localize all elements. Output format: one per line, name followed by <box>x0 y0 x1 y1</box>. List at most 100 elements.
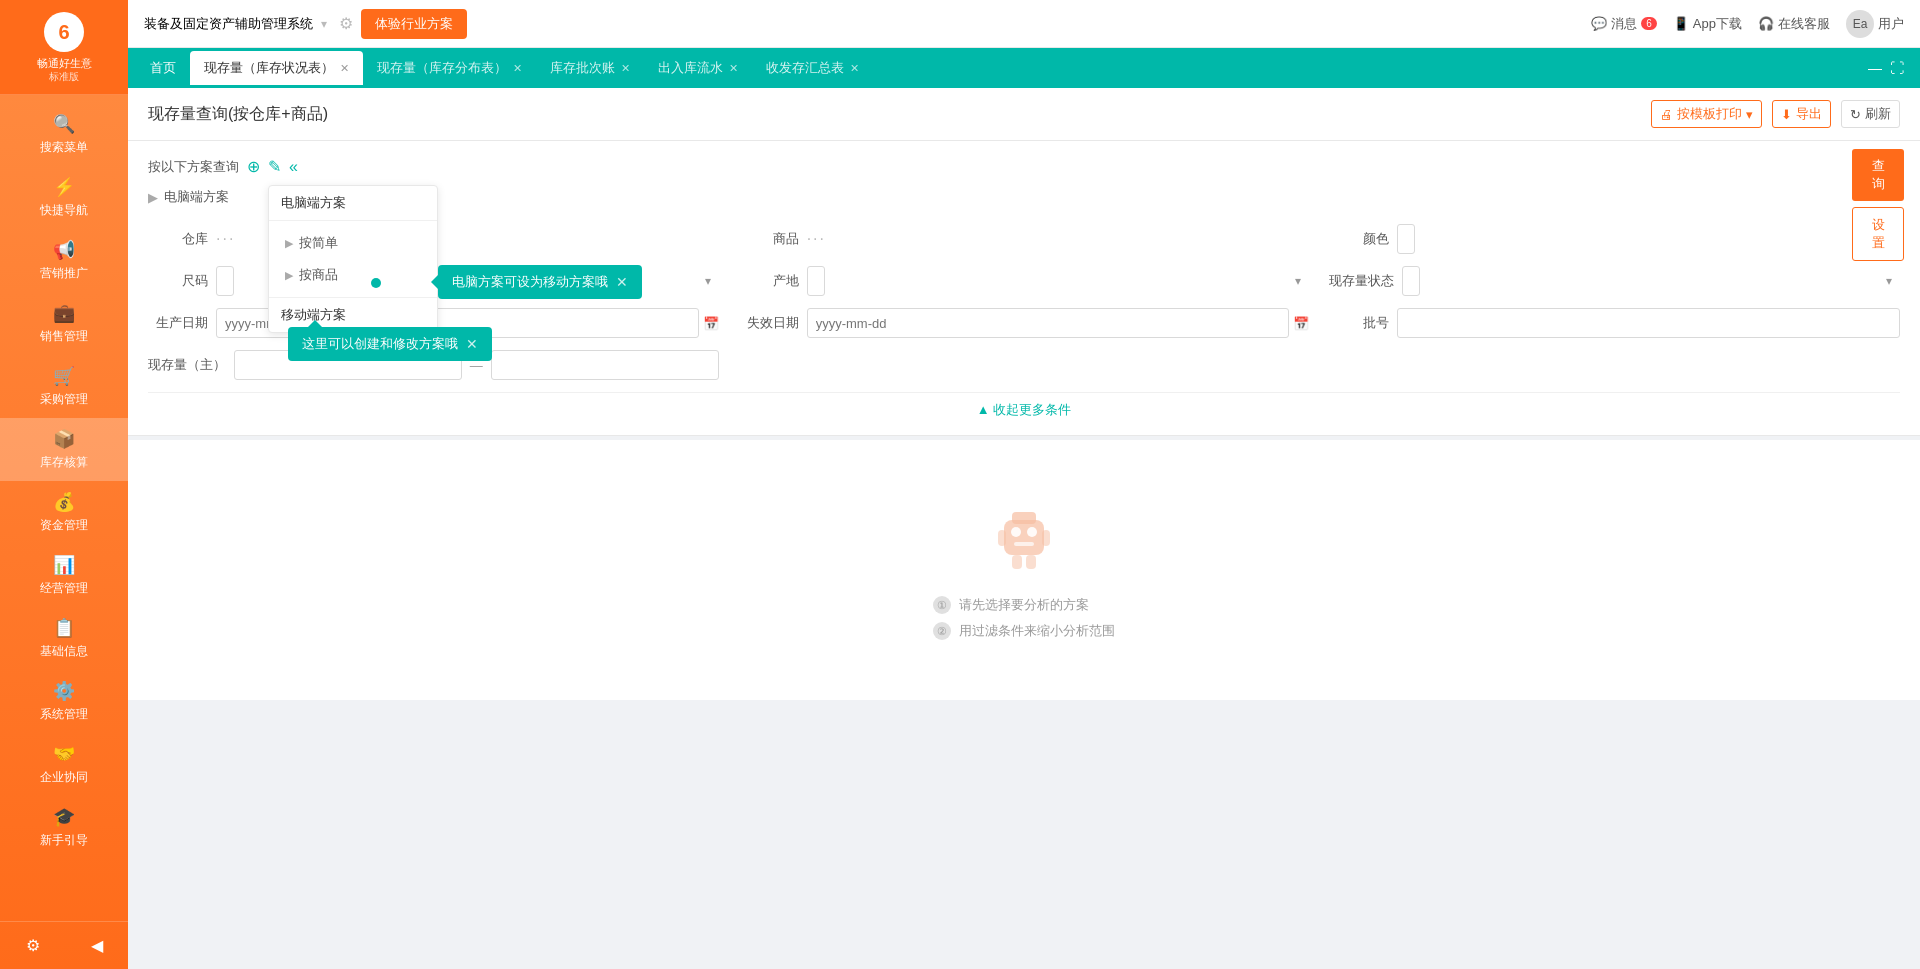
print-icon: 🖨 <box>1660 107 1673 122</box>
scheme-item-simple[interactable]: ▶ 按简单 <box>269 227 437 259</box>
sidebar-item-label: 快捷导航 <box>40 202 88 219</box>
scheme-pc-items: ▶ 按简单 ▶ 按商品 <box>269 221 437 297</box>
scheme-item-arrow: ▶ <box>285 237 293 250</box>
produce-date-label: 生产日期 <box>148 314 208 332</box>
app-download-btn[interactable]: 📱 App下载 <box>1673 15 1742 33</box>
tab-batch-account-label: 库存批次账 <box>550 59 615 77</box>
sidebar-item-enterprise[interactable]: 🤝 企业协同 <box>0 733 128 796</box>
sidebar-item-finance[interactable]: 💰 资金管理 <box>0 481 128 544</box>
sidebar-item-quick-nav[interactable]: ⚡ 快捷导航 <box>0 166 128 229</box>
sidebar-item-label: 资金管理 <box>40 517 88 534</box>
stock-status-select[interactable] <box>1402 266 1420 296</box>
tab-collect-report-close[interactable]: ✕ <box>850 62 859 75</box>
query-button[interactable]: 查询 <box>1852 149 1904 201</box>
stock-qty-max-input[interactable] <box>491 350 719 380</box>
setup-button[interactable]: 设置 <box>1852 207 1904 261</box>
sidebar-item-purchase[interactable]: 🛒 采购管理 <box>0 355 128 418</box>
size-select[interactable] <box>216 266 234 296</box>
collapse-more-btn[interactable]: ▲ 收起更多条件 <box>977 402 1072 417</box>
hint1-text: 请先选择要分析的方案 <box>959 596 1089 614</box>
sidebar-item-search-menu[interactable]: 🔍 搜索菜单 <box>0 103 128 166</box>
sidebar-item-system[interactable]: ⚙️ 系统管理 <box>0 670 128 733</box>
sidebar-item-label: 搜索菜单 <box>40 139 88 156</box>
tab-collect-report[interactable]: 收发存汇总表 ✕ <box>752 51 873 85</box>
user-btn[interactable]: Ea 用户 <box>1846 10 1904 38</box>
enterprise-icon: 🤝 <box>53 743 75 765</box>
tab-inventory-status[interactable]: 现存量（库存状况表） ✕ <box>190 51 363 85</box>
svg-rect-6 <box>1042 530 1050 546</box>
tooltip2-close-icon[interactable]: ✕ <box>466 336 478 352</box>
message-icon: 💬 <box>1591 16 1607 31</box>
produce-date-calendar-icon[interactable]: 📅 <box>703 316 719 331</box>
settings-icon[interactable]: ⚙ <box>22 932 44 959</box>
tab-inventory-status-close[interactable]: ✕ <box>340 62 349 75</box>
operations-icon: 📊 <box>53 554 75 576</box>
tab-batch-account-close[interactable]: ✕ <box>621 62 630 75</box>
batch-input[interactable] <box>1397 308 1900 338</box>
goods-dots[interactable]: ··· <box>807 230 826 248</box>
origin-select[interactable] <box>807 266 825 296</box>
sidebar-item-guide[interactable]: 🎓 新手引导 <box>0 796 128 859</box>
scheme-item-goods[interactable]: ▶ 按商品 <box>269 259 437 291</box>
back-scheme-icon[interactable]: « <box>289 158 298 176</box>
tab-inventory-dist-close[interactable]: ✕ <box>513 62 522 75</box>
print-dropdown-icon: ▾ <box>1746 107 1753 122</box>
expire-date-input[interactable] <box>807 308 1290 338</box>
sidebar-item-label: 系统管理 <box>40 706 88 723</box>
collapse-icon[interactable]: ◀ <box>87 932 107 959</box>
industry-plan-button[interactable]: 体验行业方案 <box>361 9 467 39</box>
print-button[interactable]: 🖨 按模板打印 ▾ <box>1651 100 1762 128</box>
sidebar-item-inventory[interactable]: 📦 库存核算 <box>0 418 128 481</box>
topbar: 装备及固定资产辅助管理系统 ▾ ⚙ 体验行业方案 💬 消息 6 📱 App下载 … <box>128 0 1920 48</box>
headset-icon: 🎧 <box>1758 16 1774 31</box>
topbar-left: 装备及固定资产辅助管理系统 ▾ ⚙ 体验行业方案 <box>144 9 467 39</box>
refresh-button[interactable]: ↻ 刷新 <box>1841 100 1900 128</box>
topbar-settings-icon[interactable]: ⚙ <box>339 14 353 33</box>
support-btn[interactable]: 🎧 在线客服 <box>1758 15 1830 33</box>
tab-batch-account[interactable]: 库存批次账 ✕ <box>536 51 644 85</box>
color-select[interactable] <box>1397 224 1415 254</box>
add-scheme-icon[interactable]: ⊕ <box>247 157 260 176</box>
message-btn[interactable]: 💬 消息 6 <box>1591 15 1657 33</box>
filter-row-expire-date: 失效日期 📅 <box>739 308 1310 338</box>
sidebar-item-sales[interactable]: 💼 销售管理 <box>0 292 128 355</box>
marketing-icon: 📢 <box>53 239 75 261</box>
filter-row-batch: 批号 <box>1329 308 1900 338</box>
sales-icon: 💼 <box>53 302 75 324</box>
export-button[interactable]: ⬇ 导出 <box>1772 100 1831 128</box>
sidebar-item-basic-info[interactable]: 📋 基础信息 <box>0 607 128 670</box>
tooltip-pc-to-mobile: 电脑方案可设为移动方案哦 ✕ <box>438 265 642 299</box>
tab-in-out-flow[interactable]: 出入库流水 ✕ <box>644 51 752 85</box>
app-icon: 📱 <box>1673 16 1689 31</box>
svg-rect-5 <box>998 530 1006 546</box>
empty-hint-1: ① 请先选择要分析的方案 <box>933 596 1115 614</box>
scheme-panel-pc-title: 电脑端方案 <box>281 194 346 212</box>
tooltip1-close-icon[interactable]: ✕ <box>616 274 628 290</box>
expire-date-calendar-icon[interactable]: 📅 <box>1293 316 1309 331</box>
tab-minimize-icon[interactable]: — <box>1868 60 1882 76</box>
batch-label: 批号 <box>1329 314 1389 332</box>
refresh-icon: ↻ <box>1850 107 1861 122</box>
svg-point-3 <box>1027 527 1037 537</box>
tab-home[interactable]: 首页 <box>136 51 190 85</box>
tooltip-create-scheme: 这里可以创建和修改方案哦 ✕ <box>288 327 492 361</box>
system-icon: ⚙️ <box>53 680 75 702</box>
tab-inventory-dist[interactable]: 现存量（库存分布表） ✕ <box>363 51 536 85</box>
warehouse-dots[interactable]: ··· <box>216 230 235 248</box>
tab-in-out-flow-close[interactable]: ✕ <box>729 62 738 75</box>
filter-row-origin: 产地 <box>739 266 1310 296</box>
sidebar-logo: 6 畅通好生意 标准版 <box>0 0 128 95</box>
inventory-icon: 📦 <box>53 428 75 450</box>
sidebar-item-label: 企业协同 <box>40 769 88 786</box>
empty-state: ① 请先选择要分析的方案 ② 用过滤条件来缩小分析范围 <box>128 440 1920 700</box>
tab-expand-icon[interactable]: ⛶ <box>1890 60 1904 76</box>
color-label: 颜色 <box>1329 230 1389 248</box>
sidebar-item-marketing[interactable]: 📢 营销推广 <box>0 229 128 292</box>
edit-scheme-icon[interactable]: ✎ <box>268 157 281 176</box>
sidebar-item-operations[interactable]: 📊 经营管理 <box>0 544 128 607</box>
tab-home-label: 首页 <box>150 59 176 77</box>
topbar-dropdown-icon[interactable]: ▾ <box>321 17 327 31</box>
goods-label: 商品 <box>739 230 799 248</box>
tooltip2-text: 这里可以创建和修改方案哦 <box>302 335 458 353</box>
logo-name: 畅通好生意 <box>37 56 92 70</box>
